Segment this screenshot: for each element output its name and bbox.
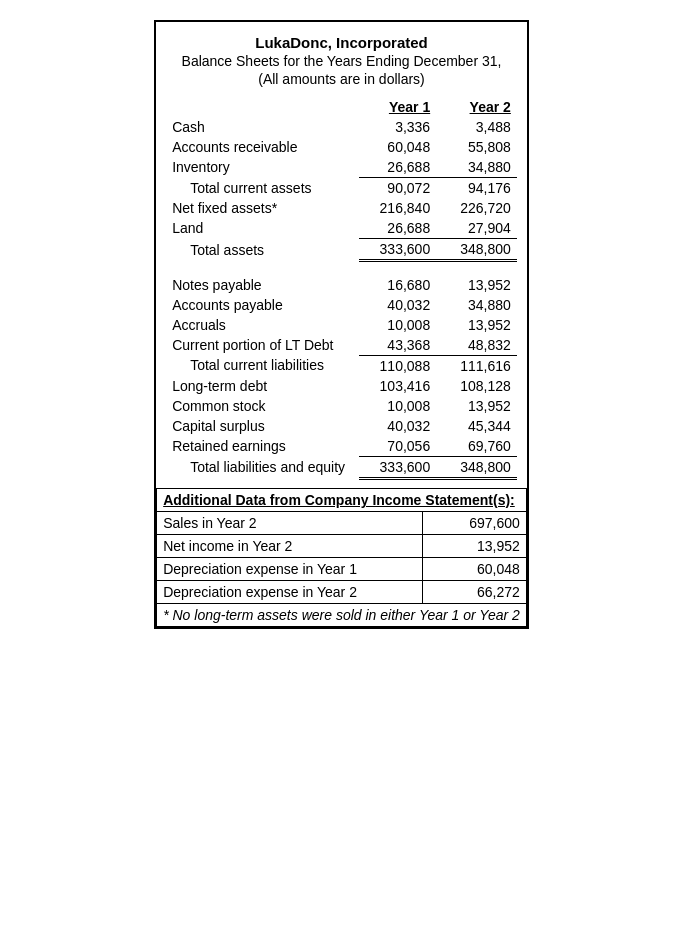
table-row: Cash 3,336 3,488 (166, 117, 517, 137)
table-row: Current portion of LT Debt 43,368 48,832 (166, 335, 517, 356)
row-year2: 348,800 (436, 239, 517, 261)
row-year2: 111,616 (436, 355, 517, 376)
additional-data-table: Additional Data from Company Income Stat… (156, 488, 527, 627)
row-year2: 13,952 (436, 275, 517, 295)
label-header (166, 97, 359, 117)
table-row: Accounts receivable 60,048 55,808 (166, 137, 517, 157)
additional-data-section: Additional Data from Company Income Stat… (156, 488, 527, 627)
row-label: Depreciation expense in Year 1 (157, 558, 423, 581)
table-row: Capital surplus 40,032 45,344 (166, 416, 517, 436)
table-row: Sales in Year 2 697,600 (157, 512, 527, 535)
row-label: Accounts payable (166, 295, 359, 315)
row-year2: 13,952 (436, 396, 517, 416)
row-year1: 333,600 (359, 456, 436, 478)
year1-header: Year 1 (359, 97, 436, 117)
table-row: Common stock 10,008 13,952 (166, 396, 517, 416)
row-year2: 27,904 (436, 218, 517, 239)
row-year2: 108,128 (436, 376, 517, 396)
row-year1: 10,008 (359, 315, 436, 335)
row-label: Common stock (166, 396, 359, 416)
table-row: Retained earnings 70,056 69,760 (166, 436, 517, 457)
row-label: Net fixed assets* (166, 198, 359, 218)
row-year2: 348,800 (436, 456, 517, 478)
table-row: Land 26,688 27,904 (166, 218, 517, 239)
table-row: Accruals 10,008 13,952 (166, 315, 517, 335)
row-label: Depreciation expense in Year 2 (157, 581, 423, 604)
table-row: Accounts payable 40,032 34,880 (166, 295, 517, 315)
row-year1: 40,032 (359, 295, 436, 315)
row-label: Capital surplus (166, 416, 359, 436)
table-row: Depreciation expense in Year 2 66,272 (157, 581, 527, 604)
row-year1: 216,840 (359, 198, 436, 218)
row-year2: 34,880 (436, 295, 517, 315)
row-year1: 103,416 (359, 376, 436, 396)
row-value: 697,600 (423, 512, 527, 535)
additional-header-row: Additional Data from Company Income Stat… (157, 489, 527, 512)
table-row: Depreciation expense in Year 1 60,048 (157, 558, 527, 581)
row-label: Current portion of LT Debt (166, 335, 359, 356)
row-label: Accounts receivable (166, 137, 359, 157)
balance-sheet-table: Year 1 Year 2 Cash 3,336 3,488 Accounts … (166, 97, 517, 488)
row-label: Total current liabilities (166, 355, 359, 376)
row-label: Inventory (166, 157, 359, 178)
subtitle1: Balance Sheets for the Years Ending Dece… (166, 53, 517, 69)
column-header-row: Year 1 Year 2 (166, 97, 517, 117)
row-label: Retained earnings (166, 436, 359, 457)
row-label: Total assets (166, 239, 359, 261)
bottom-gap-row (166, 478, 517, 488)
table-row: Net income in Year 2 13,952 (157, 535, 527, 558)
row-year2: 48,832 (436, 335, 517, 356)
row-year2: 45,344 (436, 416, 517, 436)
row-year1: 70,056 (359, 436, 436, 457)
row-label: Notes payable (166, 275, 359, 295)
row-year2: 34,880 (436, 157, 517, 178)
row-year1: 60,048 (359, 137, 436, 157)
row-year2: 3,488 (436, 117, 517, 137)
row-label: Land (166, 218, 359, 239)
row-year1: 10,008 (359, 396, 436, 416)
row-year1: 3,336 (359, 117, 436, 137)
row-year1: 43,368 (359, 335, 436, 356)
total-assets-row: Total assets 333,600 348,800 (166, 239, 517, 261)
table-row: Total current assets 90,072 94,176 (166, 178, 517, 199)
footnote-row: * No long-term assets were sold in eithe… (157, 604, 527, 627)
row-year2: 13,952 (436, 315, 517, 335)
footnote-text: * No long-term assets were sold in eithe… (157, 604, 527, 627)
row-value: 13,952 (423, 535, 527, 558)
balance-sheet-content: Year 1 Year 2 Cash 3,336 3,488 Accounts … (156, 97, 527, 488)
table-row: Inventory 26,688 34,880 (166, 157, 517, 178)
row-year2: 94,176 (436, 178, 517, 199)
table-row: Net fixed assets* 216,840 226,720 (166, 198, 517, 218)
row-year1: 40,032 (359, 416, 436, 436)
page-container: LukaDonc, Incorporated Balance Sheets fo… (154, 20, 529, 629)
row-year1: 26,688 (359, 218, 436, 239)
table-row: Notes payable 16,680 13,952 (166, 275, 517, 295)
row-year1: 333,600 (359, 239, 436, 261)
row-label: Total liabilities and equity (166, 456, 359, 478)
row-year2: 226,720 (436, 198, 517, 218)
company-name: LukaDonc, Incorporated (166, 34, 517, 51)
row-label: Cash (166, 117, 359, 137)
subtitle2: (All amounts are in dollars) (166, 71, 517, 87)
row-year2: 69,760 (436, 436, 517, 457)
row-value: 60,048 (423, 558, 527, 581)
row-value: 66,272 (423, 581, 527, 604)
year2-header: Year 2 (436, 97, 517, 117)
gap-row (166, 261, 517, 275)
table-row: Total current liabilities 110,088 111,61… (166, 355, 517, 376)
row-year1: 26,688 (359, 157, 436, 178)
row-label: Total current assets (166, 178, 359, 199)
row-year1: 16,680 (359, 275, 436, 295)
table-row: Long-term debt 103,416 108,128 (166, 376, 517, 396)
additional-title: Additional Data from Company Income Stat… (157, 489, 527, 512)
total-liabilities-row: Total liabilities and equity 333,600 348… (166, 456, 517, 478)
row-year1: 110,088 (359, 355, 436, 376)
row-label: Accruals (166, 315, 359, 335)
header-section: LukaDonc, Incorporated Balance Sheets fo… (156, 22, 527, 97)
row-label: Long-term debt (166, 376, 359, 396)
row-label: Net income in Year 2 (157, 535, 423, 558)
row-label: Sales in Year 2 (157, 512, 423, 535)
row-year2: 55,808 (436, 137, 517, 157)
row-year1: 90,072 (359, 178, 436, 199)
